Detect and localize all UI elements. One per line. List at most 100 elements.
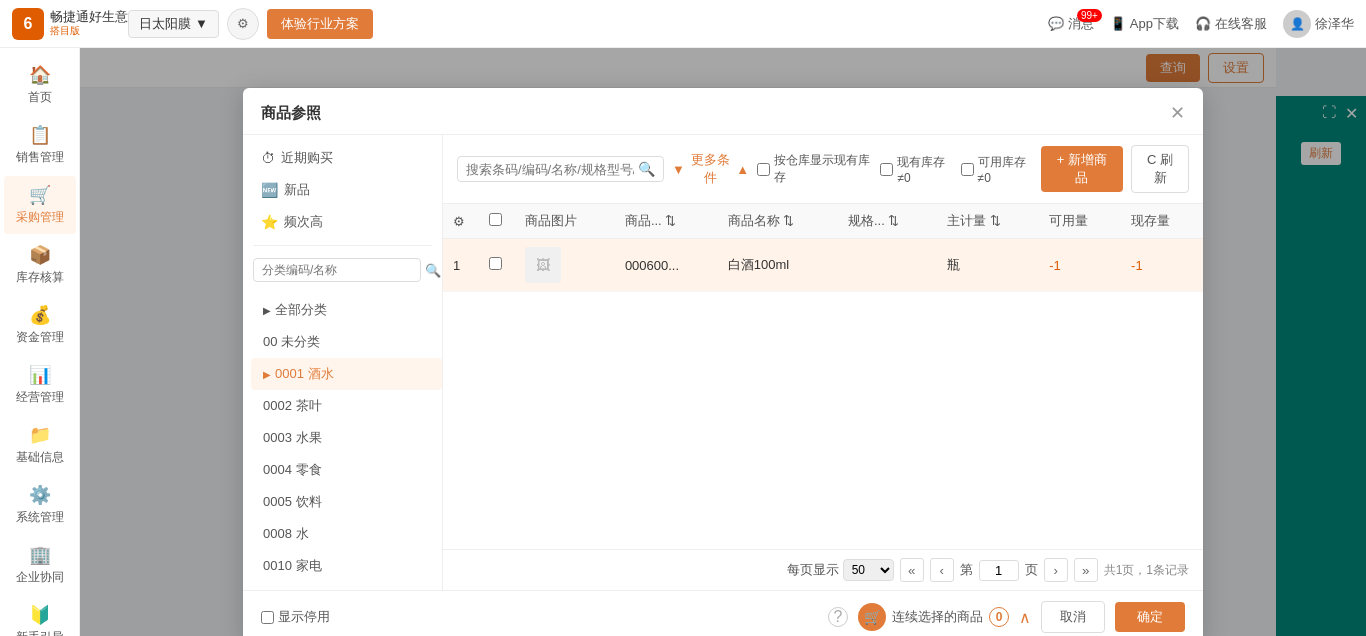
service-button[interactable]: 🎧 在线客服 (1195, 15, 1267, 33)
table-row[interactable]: 1 🖼 000600... 白酒100ml (443, 239, 1203, 292)
add-product-button[interactable]: + 新增商品 (1041, 146, 1123, 192)
sidebar-item-basic[interactable]: 📁 基础信息 (4, 416, 76, 474)
cart-icon[interactable]: 🛒 (858, 603, 886, 631)
category-list: ▶ 全部分类 00 未分类 ▶ 0001 酒水 0002 茶 (243, 294, 442, 582)
col-available[interactable]: 可用量 (1039, 204, 1121, 239)
category-0003[interactable]: 0003 水果 (251, 422, 442, 454)
first-page-button[interactable]: « (900, 558, 924, 582)
operation-icon: 📊 (29, 364, 51, 386)
recent-tab[interactable]: ⏱ 近期购买 (253, 143, 432, 173)
category-search-icon[interactable]: 🔍 (425, 263, 441, 278)
modal-left-panel: ⏱ 近期购买 🆕 新品 ⭐ 频次高 (243, 135, 443, 590)
sidebar-item-finance[interactable]: 💰 资金管理 (4, 296, 76, 354)
category-0004[interactable]: 0004 零食 (251, 454, 442, 486)
col-name[interactable]: 商品名称 ⇅ (718, 204, 838, 239)
modal-header: 商品参照 ✕ (243, 88, 1203, 135)
col-spec[interactable]: 规格... ⇅ (838, 204, 937, 239)
message-button[interactable]: 💬 消息 99+ (1048, 15, 1094, 33)
new-tab[interactable]: 🆕 新品 (253, 175, 432, 205)
col-unit[interactable]: 主计量 ⇅ (937, 204, 1039, 239)
modal-close-button[interactable]: ✕ (1170, 102, 1185, 124)
category-0005[interactable]: 0005 饮料 (251, 486, 442, 518)
modal-body: ⏱ 近期购买 🆕 新品 ⭐ 频次高 (243, 135, 1203, 590)
product-search-input[interactable] (466, 162, 634, 177)
sort-icon: ⇅ (665, 213, 676, 228)
col-stock[interactable]: 现存量 (1121, 204, 1203, 239)
toolbar: 🔍 ▼ 更多条件 ▲ 按仓库显示现有库存 (443, 135, 1203, 204)
sidebar-label: 系统管理 (16, 509, 64, 526)
total-text: 共1页，1条记录 (1104, 562, 1189, 579)
basic-icon: 📁 (29, 424, 51, 446)
sort-icon: ⇅ (990, 213, 1001, 228)
frequent-tab[interactable]: ⭐ 频次高 (253, 207, 432, 237)
page-label: 第 (960, 561, 973, 579)
sidebar-label: 销售管理 (16, 149, 64, 166)
page-number-input[interactable] (979, 560, 1019, 581)
col-image[interactable]: 商品图片 (515, 204, 615, 239)
cancel-button[interactable]: 取消 (1041, 601, 1105, 633)
checkbox-available-ne0[interactable]: 可用库存≠0 (961, 154, 1033, 185)
help-icon[interactable]: ? (828, 607, 848, 627)
category-search: 🔍 « (243, 254, 442, 286)
footer-actions: ? 🛒 连续选择的商品 0 ∧ 取消 确定 (828, 601, 1185, 633)
user-menu[interactable]: 👤 徐泽华 (1283, 10, 1354, 38)
home-icon: 🏠 (29, 64, 51, 86)
sidebar-item-home[interactable]: 🏠 首页 (4, 56, 76, 114)
row-index: 1 (443, 239, 479, 292)
category-0008[interactable]: 0008 水 (251, 518, 442, 550)
sidebar-item-purchase[interactable]: 🛒 采购管理 (4, 176, 76, 234)
stock-icon: 📦 (29, 244, 51, 266)
col-settings[interactable]: ⚙ (443, 204, 479, 239)
refresh-button[interactable]: C 刷新 (1131, 145, 1189, 193)
sidebar-label: 企业协同 (16, 569, 64, 586)
sidebar-label: 首页 (28, 89, 52, 106)
modal-right-panel: 🔍 ▼ 更多条件 ▲ 按仓库显示现有库存 (443, 135, 1203, 590)
clock-icon: ⏱ (261, 150, 275, 166)
category-all[interactable]: ▶ 全部分类 (251, 294, 442, 326)
sidebar-label: 采购管理 (16, 209, 64, 226)
category-0002[interactable]: 0002 茶叶 (251, 390, 442, 422)
search-icon[interactable]: 🔍 (638, 161, 655, 177)
category-00[interactable]: 00 未分类 (251, 326, 442, 358)
modal-title: 商品参照 (261, 104, 321, 123)
page-label-2: 页 (1025, 561, 1038, 579)
sidebar-item-system[interactable]: ⚙️ 系统管理 (4, 476, 76, 534)
app-download-button[interactable]: 📱 App下载 (1110, 15, 1179, 33)
system-icon: ⚙️ (29, 484, 51, 506)
chevron-down-icon: ▼ (195, 16, 208, 31)
sidebar-item-sales[interactable]: 📋 销售管理 (4, 116, 76, 174)
show-disabled-checkbox[interactable]: 显示停用 (261, 608, 330, 626)
sidebar-item-operation[interactable]: 📊 经营管理 (4, 356, 76, 414)
row-check[interactable] (479, 239, 515, 292)
col-code[interactable]: 商品... ⇅ (615, 204, 718, 239)
guide-icon: 🔰 (29, 604, 51, 626)
next-page-button[interactable]: › (1044, 558, 1068, 582)
sidebar-item-guide[interactable]: 🔰 新手引导 (4, 596, 76, 636)
checkbox-warehouse[interactable]: 按仓库显示现有库存 (757, 152, 872, 186)
sort-icon: ⇅ (783, 213, 794, 228)
company-selector[interactable]: 日太阳膜 ▼ (128, 10, 219, 38)
image-placeholder-icon: 🖼 (536, 257, 550, 273)
checkbox-stock-ne0[interactable]: 现有库存≠0 (880, 154, 952, 185)
confirm-button[interactable]: 确定 (1115, 602, 1185, 632)
sidebar-item-enterprise[interactable]: 🏢 企业协同 (4, 536, 76, 594)
settings-button[interactable]: ⚙ (227, 8, 259, 40)
product-search-box[interactable]: 🔍 (457, 156, 664, 182)
logo-icon: 6 (12, 8, 44, 40)
col-checkbox[interactable] (479, 204, 515, 239)
topnav-right: 💬 消息 99+ 📱 App下载 🎧 在线客服 👤 徐泽华 (1048, 10, 1354, 38)
category-0001[interactable]: ▶ 0001 酒水 (251, 358, 442, 390)
prev-page-button[interactable]: ‹ (930, 558, 954, 582)
page-size-selector[interactable]: 每页显示 50 10 20 100 (787, 559, 894, 581)
last-page-button[interactable]: » (1074, 558, 1098, 582)
category-search-input[interactable] (253, 258, 421, 282)
trial-button[interactable]: 体验行业方案 (267, 9, 373, 39)
category-0010[interactable]: 0010 家电 (251, 550, 442, 582)
sidebar-item-stock[interactable]: 📦 库存核算 (4, 236, 76, 294)
filter-button[interactable]: ▼ 更多条件 ▲ (672, 151, 749, 187)
collapse-cart-button[interactable]: ∧ (1019, 608, 1031, 627)
page-size-select[interactable]: 50 10 20 100 (843, 559, 894, 581)
row-code: 000600... (615, 239, 718, 292)
cart-area: 🛒 连续选择的商品 0 (858, 603, 1009, 631)
arrow-icon: ▶ (263, 369, 271, 380)
